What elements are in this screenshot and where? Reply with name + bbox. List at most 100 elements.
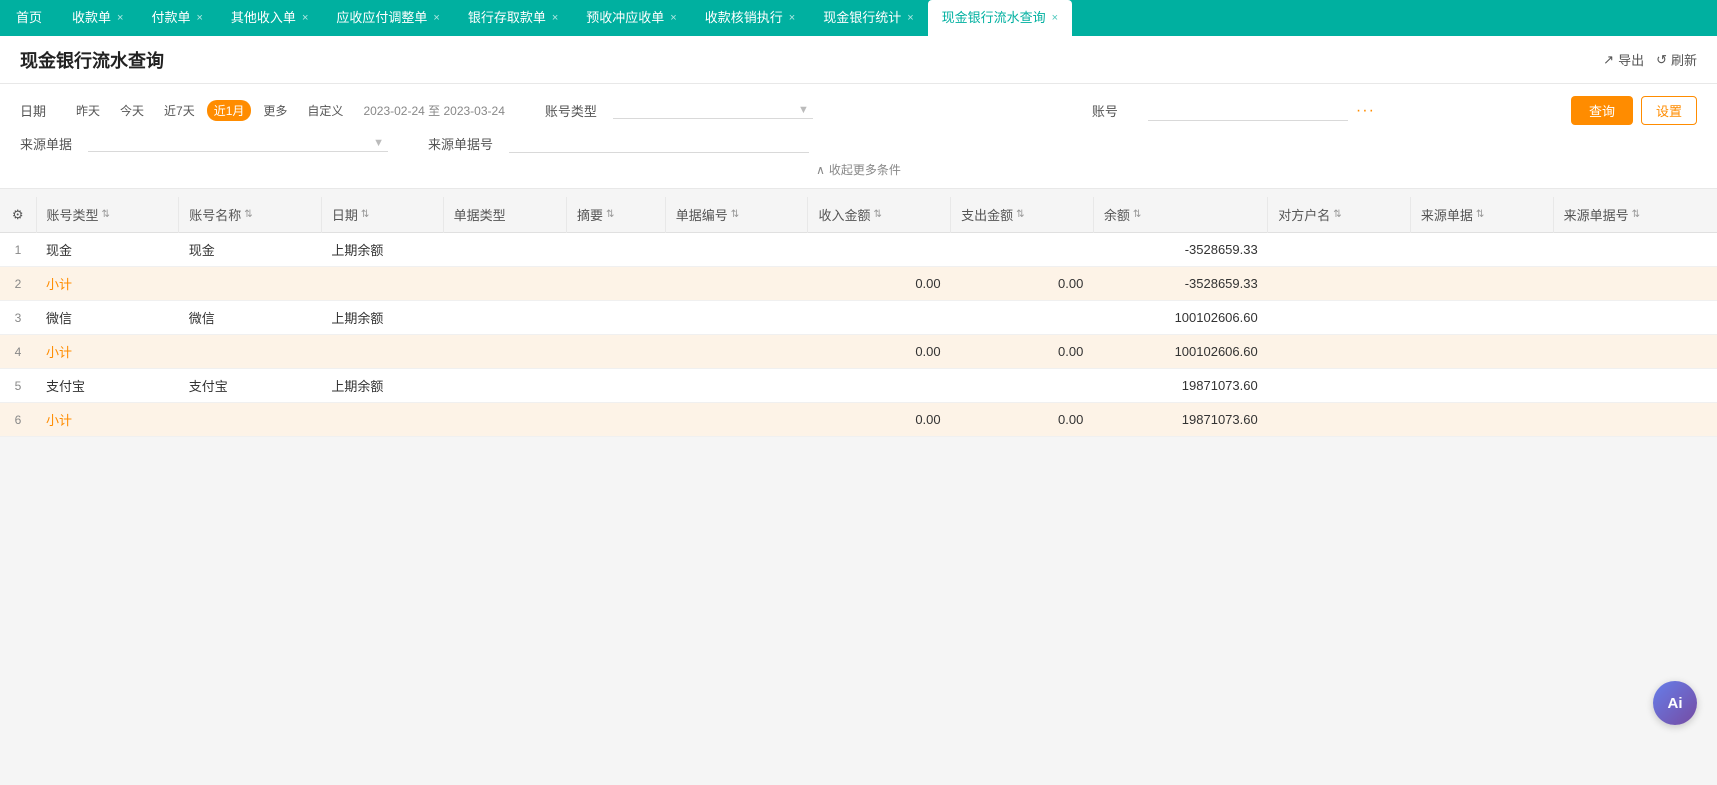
cell-account-type: 小计 [36,403,179,437]
cell-source-doc-no [1553,267,1717,301]
cell-balance: 100102606.60 [1093,335,1267,369]
date-option-btn[interactable]: 更多 [255,99,295,122]
nav-tab[interactable]: 收款核销执行× [691,0,809,36]
source-doc-select[interactable]: ▼ [88,135,388,152]
cell-source-doc [1410,233,1553,267]
nav-home[interactable]: 首页 [0,0,58,36]
cell-seq: 5 [0,369,36,403]
sort-icon: ⇅ [1476,209,1484,220]
nav-tab[interactable]: 预收冲应收单× [572,0,690,36]
collapse-bar[interactable]: ∧ 收起更多条件 [20,157,1697,180]
cell-counterparty [1268,301,1411,335]
col-header-account_name[interactable]: 账号名称 ⇅ [179,197,322,233]
date-option-btn[interactable]: 近1月 [207,100,252,121]
nav-tab[interactable]: 付款单× [137,0,216,36]
collapse-icon: ∧ [816,163,825,177]
sort-icon: ⇅ [102,209,110,220]
date-buttons: 昨天今天近7天近1月更多自定义 [68,99,351,122]
cell-account-type: 小计 [36,267,179,301]
cell-income [808,369,951,403]
cell-balance: 19871073.60 [1093,369,1267,403]
col-header-source_doc_no[interactable]: 来源单据号 ⇅ [1553,197,1717,233]
cell-counterparty [1268,267,1411,301]
sort-icon: ⇅ [873,209,881,220]
cell-account-type: 小计 [36,335,179,369]
cell-date: 上期余额 [321,369,443,403]
cell-income: 0.00 [808,267,951,301]
account-group: 账号 ··· [1092,101,1559,121]
cell-source-doc [1410,369,1553,403]
sort-icon: ⇅ [606,209,614,220]
top-nav: 首页 收款单×付款单×其他收入单×应收应付调整单×银行存取款单×预收冲应收单×收… [0,0,1717,36]
close-icon[interactable]: × [789,0,795,36]
settings-button[interactable]: 设置 [1641,96,1697,125]
table-row: 4小计0.000.00100102606.60 [0,335,1717,369]
cell-doc-type [443,369,566,403]
close-icon[interactable]: × [907,0,913,36]
source-doc-no-label: 来源单据号 [428,134,493,153]
account-type-select[interactable]: ▼ [613,102,813,119]
cell-doc-type [443,301,566,335]
col-header-summary[interactable]: 摘要 ⇅ [567,197,666,233]
nav-tab[interactable]: 现金银行流水查询× [928,0,1072,36]
nav-tab[interactable]: 其他收入单× [217,0,322,36]
col-header-balance[interactable]: 余额 ⇅ [1093,197,1267,233]
close-icon[interactable]: × [670,0,676,36]
close-icon[interactable]: × [552,0,558,36]
nav-tab[interactable]: 银行存取款单× [454,0,572,36]
close-icon[interactable]: × [1052,0,1058,36]
table-row: 1现金现金上期余额-3528659.33 [0,233,1717,267]
cell-account-name: 现金 [179,233,322,267]
cell-counterparty [1268,233,1411,267]
cell-account-name: 微信 [179,301,322,335]
nav-tab[interactable]: 现金银行统计× [809,0,927,36]
refresh-button[interactable]: ↺ 刷新 [1656,50,1697,69]
date-range-text: 2023-02-24 至 2023-03-24 [363,102,504,119]
cell-account-type: 现金 [36,233,179,267]
cell-date: 上期余额 [321,233,443,267]
date-option-btn[interactable]: 今天 [112,99,152,122]
page-title: 现金银行流水查询 [20,47,164,73]
col-header-expense[interactable]: 支出金额 ⇅ [951,197,1094,233]
date-option-btn[interactable]: 昨天 [68,99,108,122]
sort-icon: ⇅ [1133,209,1141,220]
nav-tab[interactable]: 收款单× [58,0,137,36]
col-header-doc_type: 单据类型 [443,197,566,233]
close-icon[interactable]: × [117,0,123,36]
source-doc-no-input[interactable] [509,133,809,153]
col-header-doc_no[interactable]: 单据编号 ⇅ [665,197,808,233]
cell-balance: -3528659.33 [1093,233,1267,267]
filter-row-1: 日期 昨天今天近7天近1月更多自定义 2023-02-24 至 2023-03-… [20,96,1697,125]
date-option-btn[interactable]: 自定义 [299,99,351,122]
nav-tab[interactable]: 应收应付调整单× [322,0,453,36]
cell-doc-no [665,335,808,369]
sort-icon: ⇅ [731,209,739,220]
table-row: 3微信微信上期余额100102606.60 [0,301,1717,335]
close-icon[interactable]: × [302,0,308,36]
cell-summary [567,335,666,369]
query-button[interactable]: 查询 [1571,96,1633,125]
date-option-btn[interactable]: 近7天 [156,99,203,122]
account-dots-button[interactable]: ··· [1356,102,1375,120]
cell-doc-no [665,301,808,335]
ai-badge[interactable]: Ai [1653,681,1697,725]
cell-expense [951,233,1094,267]
cell-doc-type [443,403,566,437]
account-input[interactable] [1148,101,1348,121]
cell-account-name: 支付宝 [179,369,322,403]
cell-doc-no [665,267,808,301]
col-header-date[interactable]: 日期 ⇅ [321,197,443,233]
cell-counterparty [1268,369,1411,403]
cell-source-doc-no [1553,301,1717,335]
col-header-account_type[interactable]: 账号类型 ⇅ [36,197,179,233]
cell-income: 0.00 [808,335,951,369]
cell-source-doc-no [1553,403,1717,437]
col-header-source_doc[interactable]: 来源单据 ⇅ [1410,197,1553,233]
export-button[interactable]: ↗ 导出 [1603,50,1644,69]
close-icon[interactable]: × [196,0,202,36]
close-icon[interactable]: × [433,0,439,36]
col-header-income[interactable]: 收入金额 ⇅ [808,197,951,233]
col-header-counterparty[interactable]: 对方户名 ⇅ [1268,197,1411,233]
settings-col[interactable]: ⚙ [0,197,36,233]
page-header: 现金银行流水查询 ↗ 导出 ↺ 刷新 [0,36,1717,84]
